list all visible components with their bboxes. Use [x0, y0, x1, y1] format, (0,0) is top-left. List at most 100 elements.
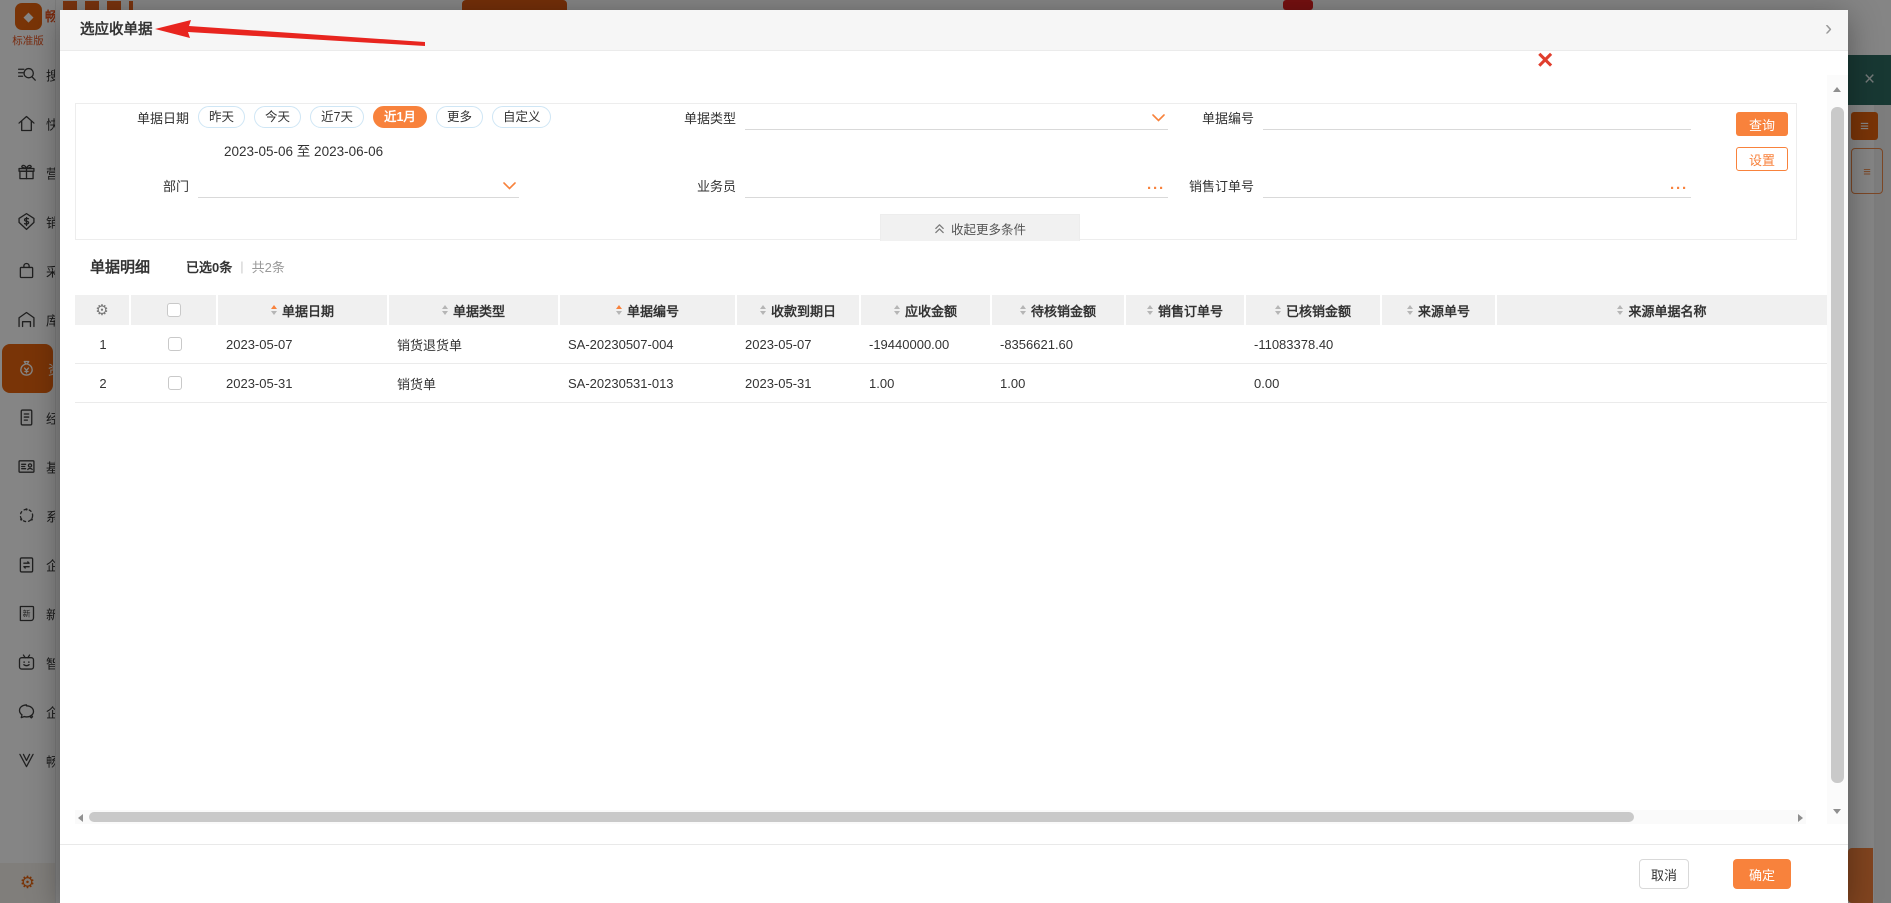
table-row[interactable]: 2 2023-05-31 销货单 SA-20230531-013 2023-05-31 1…	[75, 364, 1827, 403]
chevron-down-icon	[503, 182, 516, 190]
doc-no-label: 单据编号	[1201, 110, 1254, 126]
scroll-right-icon[interactable]	[1798, 813, 1803, 822]
cancel-button[interactable]: 取消	[1639, 859, 1689, 889]
doc-type-select[interactable]	[745, 104, 1168, 130]
ellipsis-icon[interactable]: ···	[1670, 181, 1688, 196]
sort-icons[interactable]	[759, 305, 766, 315]
column-header-1[interactable]: 单据日期	[218, 295, 389, 325]
date-range-value: 2023-05-06 至 2023-06-06	[224, 144, 384, 159]
date-option[interactable]: 今天	[254, 106, 302, 128]
gear-icon[interactable]: ⚙	[95, 301, 108, 319]
column-header-6[interactable]: 待核销金额	[992, 295, 1126, 325]
scroll-left-icon[interactable]	[78, 813, 83, 822]
documents-table: ⚙ 单据日期 单据类型 单据编号 收款到期日 应收金额 待核销金额 销售订单号 已核销金额 来源单…	[75, 295, 1827, 403]
column-header-9[interactable]: 来源单号	[1382, 295, 1497, 325]
horizontal-scroll-thumb[interactable]	[89, 812, 1634, 822]
scroll-up-icon[interactable]	[1833, 87, 1841, 92]
modal-footer: 取消 确定	[60, 844, 1848, 903]
filter-salesman: 业务员 ···	[623, 172, 1168, 198]
filter-doc-no: 单据编号	[1141, 104, 1691, 130]
sort-icons[interactable]	[270, 305, 277, 315]
date-option[interactable]: 自定义	[491, 106, 552, 128]
salesman-label: 业务员	[696, 178, 736, 194]
filter-sales-order: 销售订单号 ···	[1141, 172, 1691, 198]
row-checkbox-cell	[131, 376, 218, 390]
sort-icons[interactable]	[615, 305, 622, 315]
salesman-picker[interactable]: ···	[745, 172, 1168, 198]
column-label: 收款到期日	[770, 303, 836, 319]
cell: SA-20230507-004	[568, 336, 674, 352]
sort-icons[interactable]	[1146, 305, 1153, 315]
cell: 销货单	[397, 376, 437, 392]
chevron-right-icon[interactable]: ›	[1825, 17, 1832, 41]
sort-icons[interactable]	[1406, 305, 1413, 315]
confirm-button[interactable]: 确定	[1733, 859, 1791, 889]
cell: 2023-05-31	[226, 375, 293, 391]
close-x-mark[interactable]: ×	[1537, 46, 1553, 74]
column-header-3[interactable]: 单据编号	[560, 295, 737, 325]
list-title: 单据明细	[90, 259, 151, 276]
column-header-2[interactable]: 单据类型	[389, 295, 560, 325]
divider: |	[240, 259, 244, 274]
cell: 1.00	[869, 375, 895, 391]
row-checkbox[interactable]	[167, 337, 182, 351]
column-label: 单据编号	[626, 303, 679, 319]
doc-date-label: 单据日期	[136, 110, 189, 126]
cell: 销货退货单	[397, 337, 463, 353]
sort-icons[interactable]	[441, 305, 448, 315]
column-label: 已核销金额	[1285, 303, 1351, 319]
column-header-7[interactable]: 销售订单号	[1126, 295, 1246, 325]
horizontal-scrollbar[interactable]	[75, 810, 1806, 824]
table-row[interactable]: 1 2023-05-07 销货退货单 SA-20230507-004 2023-05-0…	[75, 325, 1827, 364]
modal-title: 选应收单据	[80, 22, 153, 38]
dept-label: 部门	[162, 178, 189, 194]
dept-select[interactable]	[198, 172, 519, 198]
column-header-5[interactable]: 应收金额	[861, 295, 992, 325]
table-body: 1 2023-05-07 销货退货单 SA-20230507-004 2023-05-0…	[75, 325, 1827, 403]
scroll-down-icon[interactable]	[1833, 809, 1841, 814]
collapse-more-conditions[interactable]: 收起更多条件	[880, 214, 1080, 241]
settings-button[interactable]: 设置	[1736, 147, 1788, 171]
cell: -8356621.60	[1000, 336, 1074, 352]
modal-header: 选应收单据 ›	[60, 10, 1848, 51]
column-label: 单据类型	[452, 303, 505, 319]
sort-icons[interactable]	[893, 305, 900, 315]
column-header-8[interactable]: 已核销金额	[1246, 295, 1382, 325]
double-chevron-up-icon	[935, 224, 944, 234]
sort-icons[interactable]	[1617, 305, 1624, 315]
query-button[interactable]: 查询	[1736, 112, 1788, 136]
column-label: 待核销金额	[1030, 303, 1096, 319]
row-number: 1	[99, 336, 107, 352]
date-option[interactable]: 更多	[435, 106, 483, 128]
date-option[interactable]: 近1月	[372, 106, 427, 128]
cell: -11083378.40	[1254, 336, 1334, 352]
doc-no-input[interactable]	[1263, 104, 1691, 130]
filter-dept: 部门	[76, 172, 519, 198]
row-checkbox[interactable]	[167, 376, 182, 390]
table-settings-cell[interactable]: ⚙	[75, 295, 131, 325]
sort-icons[interactable]	[1019, 305, 1026, 315]
sort-icons[interactable]	[1274, 305, 1281, 315]
vertical-scrollbar[interactable]	[1827, 75, 1848, 824]
cell: 0.00	[1254, 375, 1280, 391]
select-all-cell	[131, 295, 218, 325]
date-option[interactable]: 昨天	[198, 106, 246, 128]
column-label: 单据日期	[281, 303, 334, 319]
column-label: 来源单号	[1417, 303, 1470, 319]
column-header-10[interactable]: 来源单据名称	[1497, 295, 1827, 325]
sales-order-picker[interactable]: ···	[1263, 172, 1691, 198]
select-all-checkbox[interactable]	[166, 303, 181, 317]
table-header-row: ⚙ 单据日期 单据类型 单据编号 收款到期日 应收金额 待核销金额 销售订单号 已核销金额 来源单…	[75, 295, 1827, 325]
column-label: 销售订单号	[1157, 303, 1223, 319]
date-quick-options: 昨天 今天 近7天 近1月 更多 自定义	[198, 106, 552, 128]
column-label: 应收金额	[904, 303, 957, 319]
row-checkbox-cell	[131, 337, 218, 351]
vertical-scroll-thumb[interactable]	[1831, 107, 1844, 783]
filter-buttons: 查询 设置	[1736, 112, 1788, 171]
cell: 2023-05-07	[226, 336, 293, 352]
list-section-header: 单据明细 已选0条 | 共2条	[90, 256, 285, 277]
date-option[interactable]: 近7天	[310, 106, 364, 128]
column-header-4[interactable]: 收款到期日	[737, 295, 861, 325]
column-label: 来源单据名称	[1628, 303, 1707, 319]
filter-doc-date: 单据日期 昨天 今天 近7天 近1月 更多 自定义	[76, 104, 552, 130]
